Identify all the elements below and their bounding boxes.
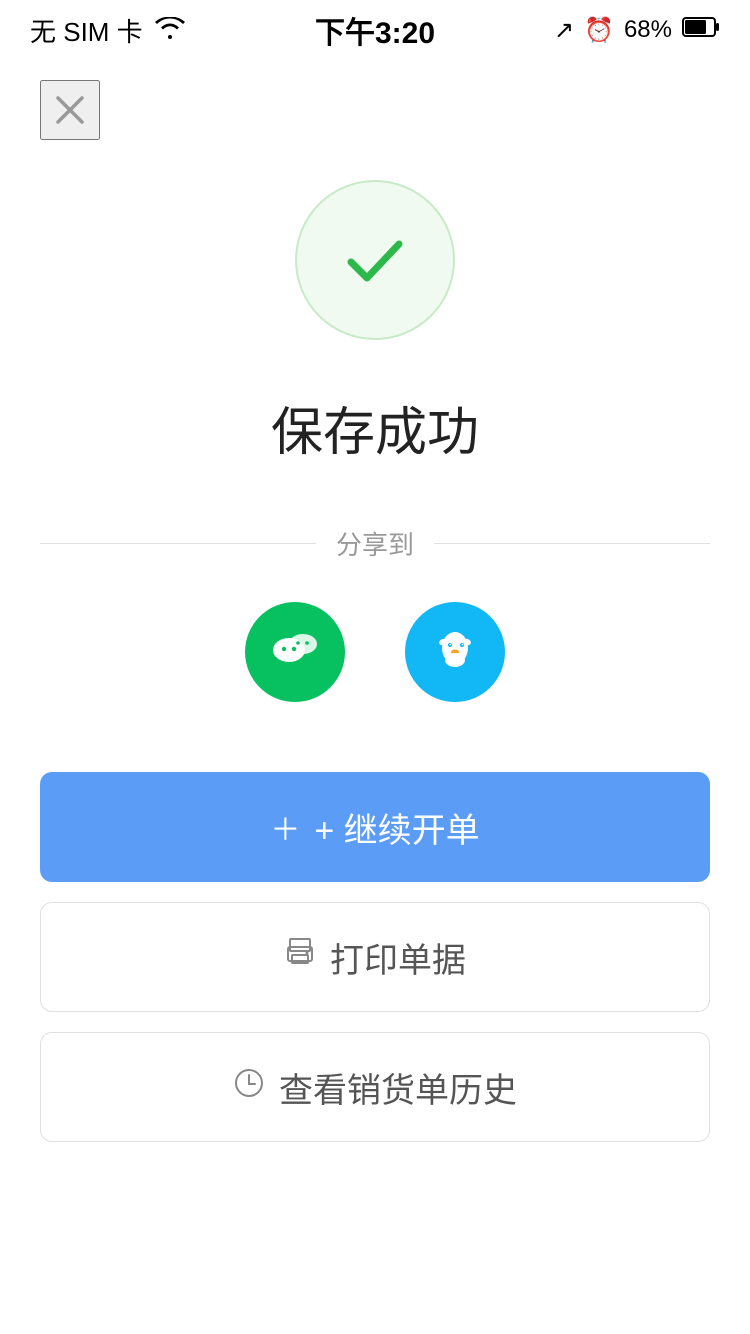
location-icon: ↗ xyxy=(554,16,574,45)
continue-button[interactable]: ＋ + 继续开单 xyxy=(40,772,710,882)
qq-share-button[interactable] xyxy=(405,602,505,702)
status-left: 无 SIM 卡 xyxy=(30,12,185,49)
battery-icon xyxy=(682,16,720,44)
success-title: 保存成功 xyxy=(271,390,479,465)
success-icon-circle xyxy=(295,180,455,340)
battery-text: 68% xyxy=(624,16,672,44)
status-bar: 无 SIM 卡 下午3:20 ↗ ⏰ 68% xyxy=(0,0,750,60)
history-icon xyxy=(233,1067,265,1107)
continue-label: + 继续开单 xyxy=(314,803,479,852)
print-label: 打印单据 xyxy=(330,933,466,982)
history-button[interactable]: 查看销货单历史 xyxy=(40,1032,710,1142)
share-label: 分享到 xyxy=(336,525,414,562)
alarm-icon: ⏰ xyxy=(584,16,614,45)
divider-left xyxy=(40,543,316,544)
status-right: ↗ ⏰ 68% xyxy=(554,16,720,45)
plus-icon: ＋ xyxy=(270,805,300,849)
close-button[interactable] xyxy=(40,80,100,140)
sim-text: 无 SIM 卡 xyxy=(30,12,143,49)
wifi-icon xyxy=(155,15,185,46)
main-content: 保存成功 分享到 xyxy=(0,60,750,1202)
wechat-share-button[interactable] xyxy=(245,602,345,702)
divider-right xyxy=(434,543,710,544)
share-icons-row xyxy=(245,602,505,702)
share-divider: 分享到 xyxy=(40,525,710,562)
status-time: 下午3:20 xyxy=(315,8,435,52)
print-icon xyxy=(284,937,316,977)
print-button[interactable]: 打印单据 xyxy=(40,902,710,1012)
history-label: 查看销货单历史 xyxy=(279,1063,517,1112)
